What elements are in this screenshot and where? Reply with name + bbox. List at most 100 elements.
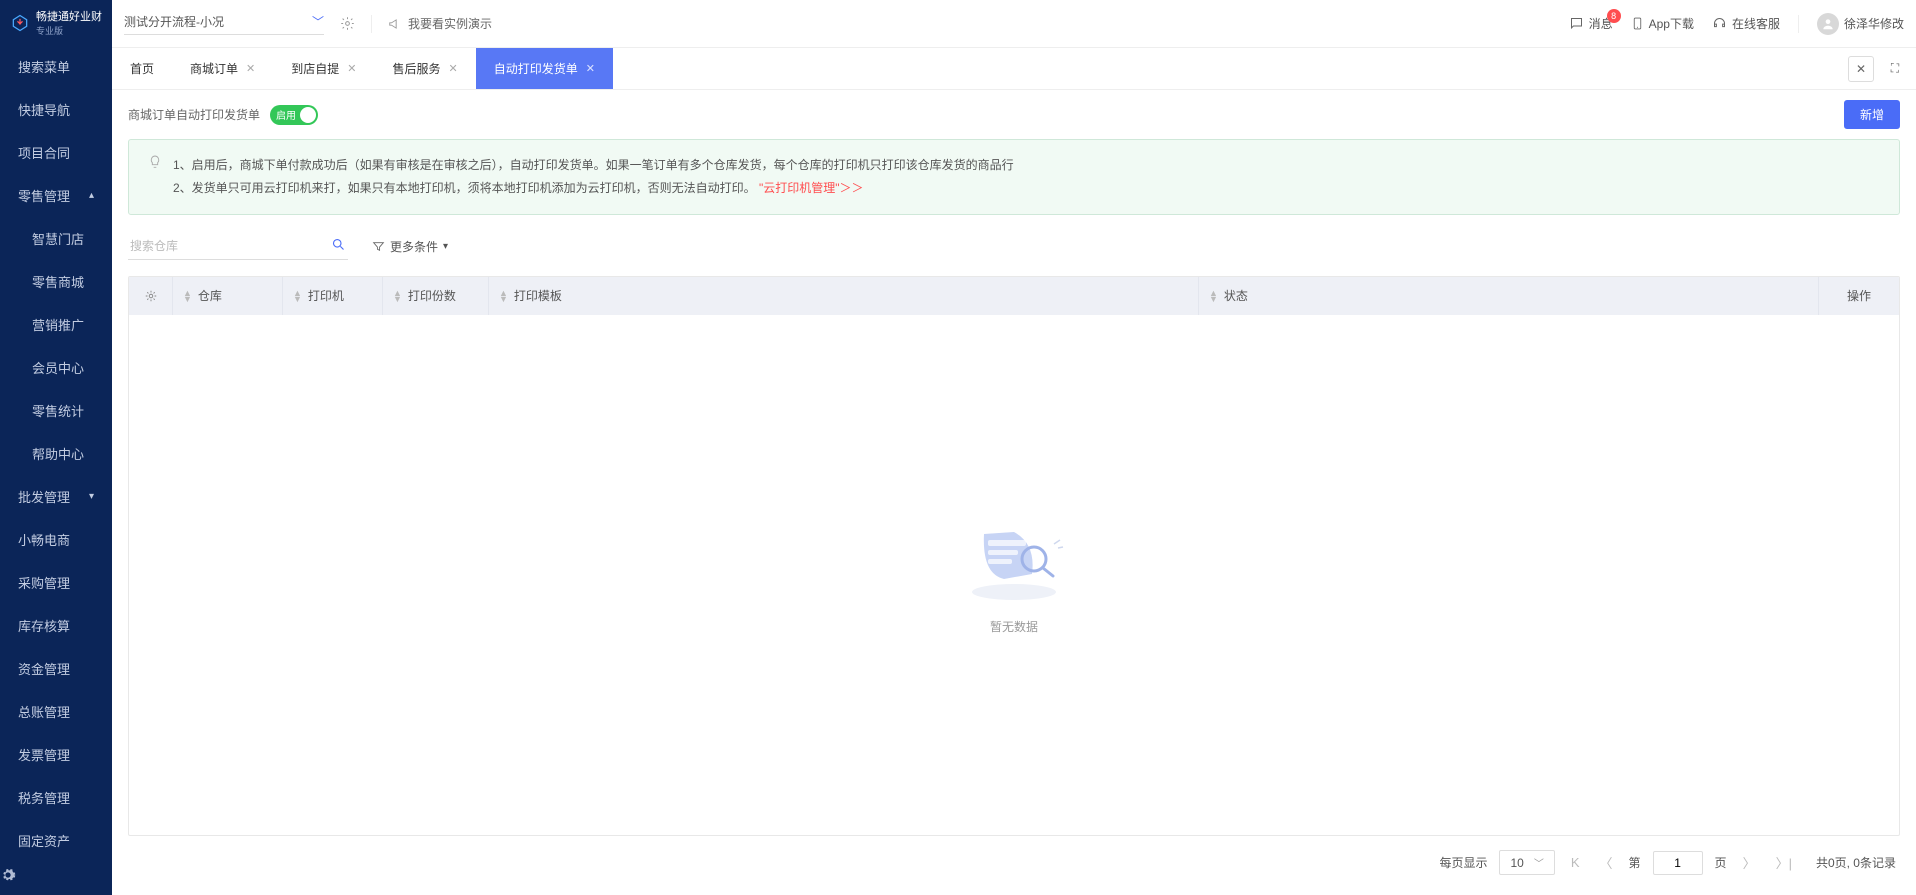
headset-icon — [1712, 16, 1727, 31]
more-filters-button[interactable]: 更多条件 ▾ — [372, 238, 448, 255]
close-icon[interactable]: ✕ — [586, 62, 595, 75]
context-settings-button[interactable] — [340, 16, 355, 31]
warehouse-search-input[interactable] — [128, 233, 348, 260]
tab-after-sales[interactable]: 售后服务✕ — [374, 48, 475, 89]
page-next-button[interactable]: 〉 — [1739, 851, 1760, 874]
mobile-icon — [1631, 16, 1644, 31]
search-icon[interactable] — [331, 237, 346, 252]
sidebar-nav: 搜索菜单 快捷导航 项目合同 零售管理▴ 智慧门店 零售商城 营销推广 会员中心… — [0, 45, 112, 855]
per-page-label: 每页显示 — [1439, 854, 1487, 871]
empty-text: 暂无数据 — [990, 618, 1038, 635]
divider — [1798, 15, 1799, 33]
sidebar-item-retail-mall[interactable]: 零售商城 — [0, 260, 112, 303]
user-menu[interactable]: 徐泽华修改 — [1817, 13, 1904, 35]
demo-link[interactable]: 我要看实例演示 — [388, 15, 492, 32]
sidebar-item-retail-management[interactable]: 零售管理▴ — [0, 174, 112, 217]
brand-title: 畅捷通好业财 — [36, 8, 102, 24]
tab-store-pickup[interactable]: 到店自提✕ — [273, 48, 374, 89]
sort-icon: ▲▼ — [183, 290, 192, 302]
sidebar-item-fixed-assets[interactable]: 固定资产 — [0, 819, 112, 855]
page-suffix: 页 — [1715, 854, 1727, 871]
sort-icon: ▲▼ — [393, 290, 402, 302]
messages-button[interactable]: 消息 8 — [1569, 15, 1613, 32]
sidebar-item-general-ledger[interactable]: 总账管理 — [0, 690, 112, 733]
sidebar-item-tax-management[interactable]: 税务管理 — [0, 776, 112, 819]
sidebar-item-member-center[interactable]: 会员中心 — [0, 346, 112, 389]
gear-icon — [144, 289, 158, 303]
header-right: 消息 8 App下载 在线客服 徐泽华修改 — [1569, 13, 1904, 35]
per-page-select[interactable]: 10 ﹀ — [1499, 850, 1554, 875]
page-first-button[interactable]: K — [1567, 853, 1584, 872]
info-line-1: 1、启用后，商城下单付款成功后（如果有审核是在审核之后），自动打印发货单。如果一… — [173, 154, 1014, 177]
close-tab-button[interactable]: ✕ — [1848, 56, 1874, 82]
brand-logo: 畅捷通好业财 专业版 — [0, 0, 112, 45]
close-icon[interactable]: ✕ — [347, 62, 356, 75]
column-copies[interactable]: ▲▼打印份数 — [383, 277, 489, 315]
chevron-up-icon: ▴ — [89, 190, 94, 201]
info-box: 1、启用后，商城下单付款成功后（如果有审核是在审核之后），自动打印发货单。如果一… — [128, 139, 1900, 215]
search-row: 更多条件 ▾ — [128, 233, 1900, 260]
chevron-down-icon: ﹀ — [312, 13, 324, 30]
close-icon[interactable]: ✕ — [449, 62, 458, 75]
table-body-empty: 暂无数据 — [129, 315, 1899, 835]
sidebar: 畅捷通好业财 专业版 搜索菜单 快捷导航 项目合同 零售管理▴ 智慧门店 零售商… — [0, 0, 112, 895]
sidebar-item-quick-nav[interactable]: 快捷导航 — [0, 88, 112, 131]
page-prev-button[interactable]: 〈 — [1596, 851, 1617, 874]
column-status[interactable]: ▲▼状态 — [1199, 277, 1819, 315]
page-last-button[interactable]: 〉| — [1772, 851, 1796, 874]
printer-table: ▲▼仓库 ▲▼打印机 ▲▼打印份数 ▲▼打印模板 ▲▼状态 操作 暂无数据 — [128, 276, 1900, 836]
sidebar-item-wholesale-management[interactable]: 批发管理▾ — [0, 475, 112, 518]
tab-home[interactable]: 首页 — [112, 48, 172, 89]
demo-link-label: 我要看实例演示 — [408, 15, 492, 32]
sub-header-row: 商城订单自动打印发货单 启用 新增 — [112, 90, 1916, 139]
megaphone-icon — [388, 17, 402, 31]
column-ops: 操作 — [1819, 277, 1899, 315]
sidebar-item-smart-store[interactable]: 智慧门店 — [0, 217, 112, 260]
app-download-button[interactable]: App下载 — [1631, 15, 1694, 32]
sidebar-item-search-menu[interactable]: 搜索菜单 — [0, 45, 112, 88]
message-icon — [1569, 16, 1584, 31]
sidebar-item-funds-management[interactable]: 资金管理 — [0, 647, 112, 690]
column-warehouse[interactable]: ▲▼仓库 — [173, 277, 283, 315]
close-icon: ✕ — [1856, 62, 1866, 76]
table-settings-button[interactable] — [129, 277, 173, 315]
filter-icon — [372, 240, 385, 253]
tab-auto-print-delivery[interactable]: 自动打印发货单✕ — [476, 48, 613, 89]
table-header: ▲▼仓库 ▲▼打印机 ▲▼打印份数 ▲▼打印模板 ▲▼状态 操作 — [129, 277, 1899, 315]
close-icon[interactable]: ✕ — [246, 62, 255, 75]
messages-badge: 8 — [1607, 9, 1621, 23]
page-input[interactable] — [1653, 851, 1703, 875]
sidebar-item-inventory-accounting[interactable]: 库存核算 — [0, 604, 112, 647]
sidebar-settings-button[interactable] — [0, 855, 112, 895]
top-header: 测试分开流程-小况 ﹀ 我要看实例演示 消息 8 — [112, 0, 1916, 48]
sidebar-item-purchase-management[interactable]: 采购管理 — [0, 561, 112, 604]
sidebar-item-retail-statistics[interactable]: 零售统计 — [0, 389, 112, 432]
support-button[interactable]: 在线客服 — [1712, 15, 1780, 32]
toggle-state-text: 启用 — [276, 107, 296, 122]
sidebar-item-help-center[interactable]: 帮助中心 — [0, 432, 112, 475]
chevron-down-icon: ▾ — [443, 241, 448, 252]
auto-print-toggle-label: 商城订单自动打印发货单 — [128, 106, 260, 123]
tab-mall-orders[interactable]: 商城订单✕ — [172, 48, 273, 89]
sort-icon: ▲▼ — [499, 290, 508, 302]
new-button[interactable]: 新增 — [1844, 100, 1900, 129]
divider — [371, 15, 372, 33]
sidebar-item-project-contract[interactable]: 项目合同 — [0, 131, 112, 174]
gear-icon — [0, 867, 16, 883]
expand-icon: ⛶ — [1891, 61, 1899, 76]
chevron-down-icon: ﹀ — [1534, 855, 1544, 870]
fullscreen-button[interactable]: ⛶ — [1882, 56, 1908, 82]
pagination: 每页显示 10 ﹀ K 〈 第 页 〉 〉| 共0页, 0条记录 — [128, 836, 1900, 879]
context-selector[interactable]: 测试分开流程-小况 ﹀ — [124, 13, 324, 35]
sidebar-item-xiaochang-ecommerce[interactable]: 小畅电商 — [0, 518, 112, 561]
info-line-2: 2、发货单只可用云打印机来打，如果只有本地打印机，须将本地打印机添加为云打印机，… — [173, 177, 1014, 200]
tab-bar: 首页 商城订单✕ 到店自提✕ 售后服务✕ 自动打印发货单✕ ✕ ⛶ — [112, 48, 1916, 90]
column-printer[interactable]: ▲▼打印机 — [283, 277, 383, 315]
logo-icon — [10, 13, 30, 33]
column-template[interactable]: ▲▼打印模板 — [489, 277, 1199, 315]
sidebar-item-invoice-management[interactable]: 发票管理 — [0, 733, 112, 776]
cloud-printer-management-link[interactable]: "云打印机管理"＞＞ — [759, 181, 864, 195]
sidebar-item-marketing-promotion[interactable]: 营销推广 — [0, 303, 112, 346]
auto-print-toggle[interactable]: 启用 — [270, 105, 318, 125]
warehouse-search — [128, 233, 348, 260]
